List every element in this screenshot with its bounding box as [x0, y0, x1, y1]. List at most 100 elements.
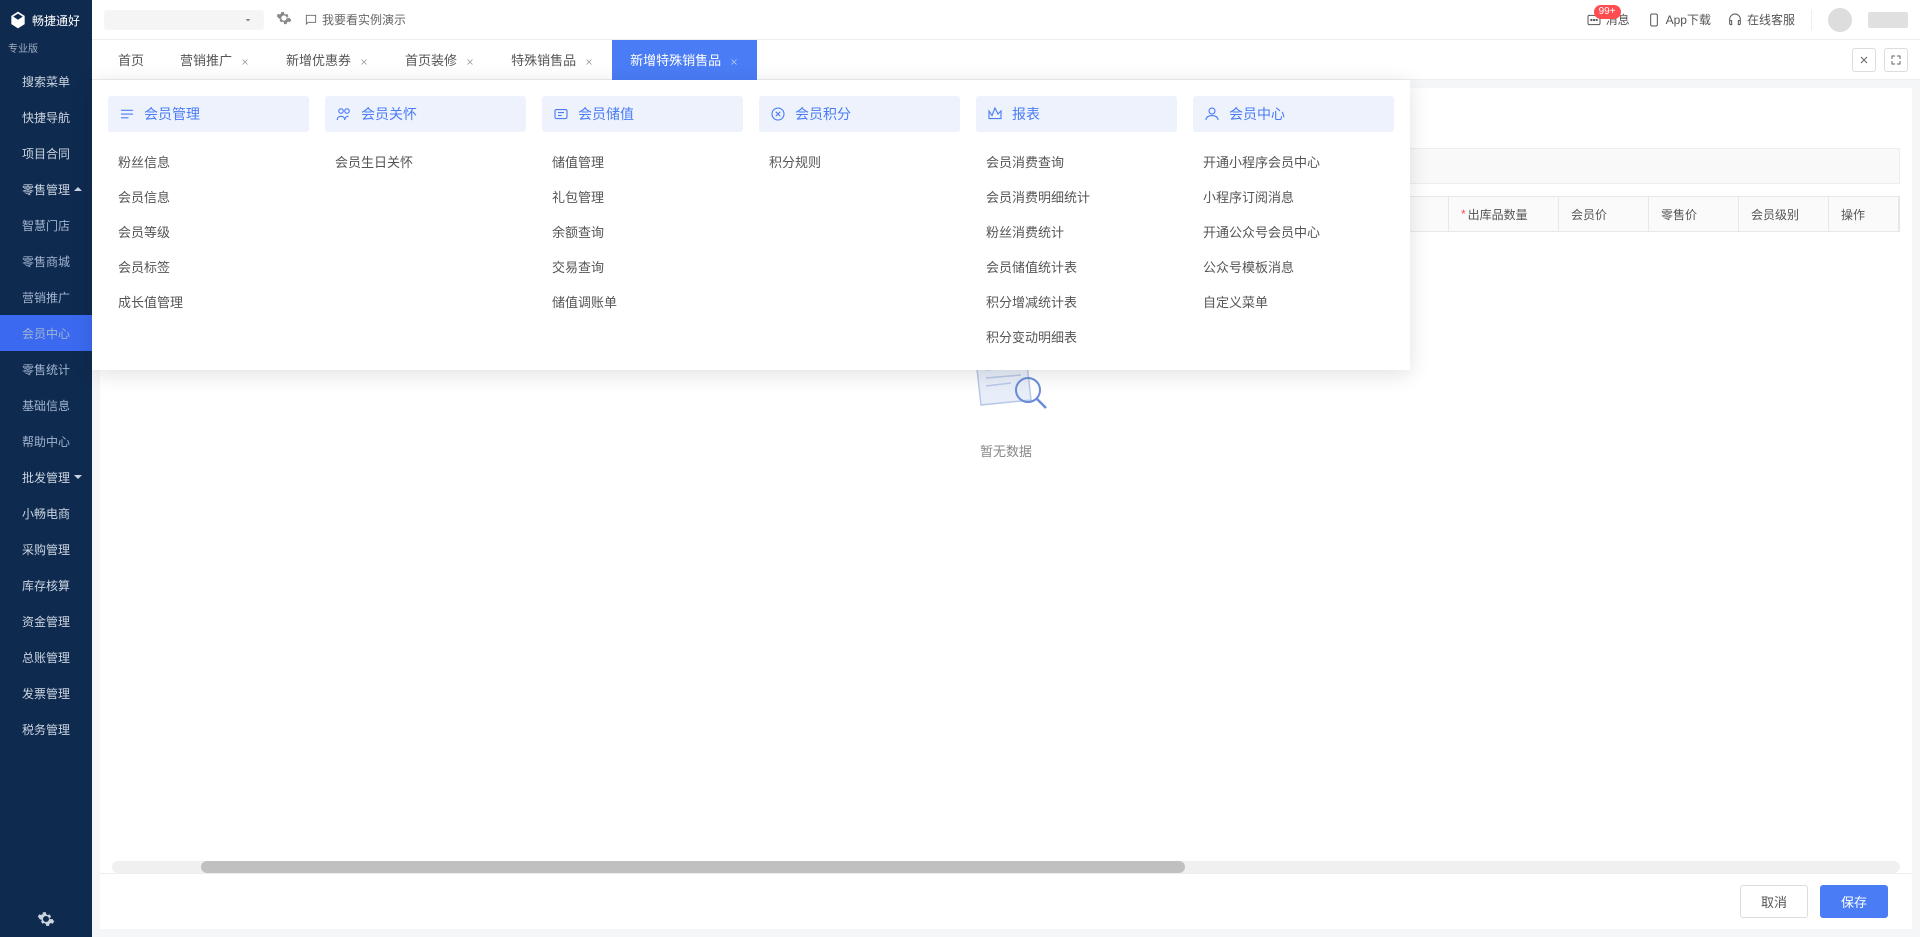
sidebar-item-12[interactable]: 小畅电商 — [0, 495, 92, 531]
sidebar-item-3[interactable]: 零售管理 — [0, 171, 92, 207]
mega-item-4-5[interactable]: 积分变动明细表 — [976, 319, 1177, 354]
mega-header-5[interactable]: 会员中心 — [1193, 96, 1394, 132]
sidebar-settings[interactable] — [0, 901, 92, 937]
sidebar-item-6[interactable]: 营销推广 — [0, 279, 92, 315]
sidebar-item-1[interactable]: 快捷导航 — [0, 99, 92, 135]
close-icon — [240, 57, 250, 67]
sidebar-item-0[interactable]: 搜索菜单 — [0, 63, 92, 99]
mega-col-1: 会员关怀会员生日关怀 — [317, 96, 534, 354]
mega-item-4-2[interactable]: 粉丝消费统计 — [976, 214, 1177, 249]
tenant-selector[interactable] — [104, 10, 264, 30]
user-name — [1868, 12, 1908, 28]
mega-item-3-0[interactable]: 积分规则 — [759, 144, 960, 179]
phone-icon — [1646, 12, 1662, 28]
online-service-button[interactable]: 在线客服 — [1727, 11, 1795, 28]
mega-col-5: 会员中心开通小程序会员中心小程序订阅消息开通公众号会员中心公众号模板消息自定义菜… — [1185, 96, 1402, 354]
scrollbar-thumb[interactable] — [201, 861, 1184, 873]
mega-item-5-3[interactable]: 公众号模板消息 — [1193, 249, 1394, 284]
mega-header-3[interactable]: 会员积分 — [759, 96, 960, 132]
sidebar-item-7[interactable]: 会员中心 — [0, 315, 92, 351]
sidebar-item-4[interactable]: 智慧门店 — [0, 207, 92, 243]
tab-2[interactable]: 新增优惠券 — [268, 40, 387, 80]
close-icon — [465, 57, 475, 67]
sidebar-item-18[interactable]: 税务管理 — [0, 711, 92, 747]
sidebar-item-9[interactable]: 基础信息 — [0, 387, 92, 423]
tab-0[interactable]: 首页 — [100, 40, 162, 80]
mega-item-0-2[interactable]: 会员等级 — [108, 214, 309, 249]
sidebar-item-2[interactable]: 项目合同 — [0, 135, 92, 171]
tab-5[interactable]: 新增特殊销售品 — [612, 40, 757, 80]
tab-close-1[interactable] — [240, 55, 250, 65]
mega-item-4-1[interactable]: 会员消费明细统计 — [976, 179, 1177, 214]
close-icon — [729, 57, 739, 67]
avatar[interactable] — [1828, 8, 1852, 32]
sidebar-item-11[interactable]: 批发管理 — [0, 459, 92, 495]
mega-item-2-3[interactable]: 交易查询 — [542, 249, 743, 284]
tab-3[interactable]: 首页装修 — [387, 40, 493, 80]
horizontal-scrollbar[interactable] — [112, 861, 1900, 873]
mega-header-2[interactable]: 会员储值 — [542, 96, 743, 132]
sidebar-item-15[interactable]: 资金管理 — [0, 603, 92, 639]
tabbar: 首页营销推广新增优惠券首页装修特殊销售品新增特殊销售品 — [92, 40, 1920, 80]
mega-item-2-4[interactable]: 储值调账单 — [542, 284, 743, 319]
mega-item-4-3[interactable]: 会员储值统计表 — [976, 249, 1177, 284]
category-icon — [552, 105, 570, 123]
sidebar-item-10[interactable]: 帮助中心 — [0, 423, 92, 459]
sidebar-item-5[interactable]: 零售商城 — [0, 243, 92, 279]
category-icon — [335, 105, 353, 123]
tab-close-4[interactable] — [584, 55, 594, 65]
sidebar-item-16[interactable]: 总账管理 — [0, 639, 92, 675]
comment-icon — [304, 13, 318, 27]
mega-col-0: 会员管理粉丝信息会员信息会员等级会员标签成长值管理 — [100, 96, 317, 354]
mega-item-0-4[interactable]: 成长值管理 — [108, 284, 309, 319]
tab-close-2[interactable] — [359, 55, 369, 65]
mega-item-2-0[interactable]: 储值管理 — [542, 144, 743, 179]
close-icon — [1858, 54, 1870, 66]
mega-header-4[interactable]: 报表 — [976, 96, 1177, 132]
mega-item-4-0[interactable]: 会员消费查询 — [976, 144, 1177, 179]
th-4: 会员级别 — [1739, 197, 1829, 231]
fullscreen-button[interactable] — [1884, 48, 1908, 72]
mega-item-5-4[interactable]: 自定义菜单 — [1193, 284, 1394, 319]
mega-item-5-1[interactable]: 小程序订阅消息 — [1193, 179, 1394, 214]
sidebar-item-17[interactable]: 发票管理 — [0, 675, 92, 711]
cancel-button[interactable]: 取消 — [1740, 885, 1808, 918]
tab-close-3[interactable] — [465, 55, 475, 65]
mega-item-4-4[interactable]: 积分增减统计表 — [976, 284, 1177, 319]
th-1: *出库品数量 — [1449, 197, 1559, 231]
headset-icon — [1727, 12, 1743, 28]
save-button[interactable]: 保存 — [1820, 885, 1888, 918]
brand-edition: 专业版 — [0, 40, 92, 63]
mega-item-0-1[interactable]: 会员信息 — [108, 179, 309, 214]
mega-item-5-0[interactable]: 开通小程序会员中心 — [1193, 144, 1394, 179]
mega-menu: 会员管理粉丝信息会员信息会员等级会员标签成长值管理会员关怀会员生日关怀会员储值储… — [92, 80, 1410, 370]
logo-icon — [8, 10, 28, 30]
mega-col-2: 会员储值储值管理礼包管理余额查询交易查询储值调账单 — [534, 96, 751, 354]
mega-header-0[interactable]: 会员管理 — [108, 96, 309, 132]
mega-item-5-2[interactable]: 开通公众号会员中心 — [1193, 214, 1394, 249]
tab-1[interactable]: 营销推广 — [162, 40, 268, 80]
settings-button[interactable] — [276, 10, 292, 29]
messages-button[interactable]: 99+ 消息 — [1586, 11, 1630, 28]
mega-item-2-1[interactable]: 礼包管理 — [542, 179, 743, 214]
category-icon — [986, 105, 1004, 123]
mega-item-0-0[interactable]: 粉丝信息 — [108, 144, 309, 179]
sidebar-item-8[interactable]: 零售统计 — [0, 351, 92, 387]
mega-header-1[interactable]: 会员关怀 — [325, 96, 526, 132]
mega-item-0-3[interactable]: 会员标签 — [108, 249, 309, 284]
tab-4[interactable]: 特殊销售品 — [493, 40, 612, 80]
mega-col-4: 报表会员消费查询会员消费明细统计粉丝消费统计会员储值统计表积分增减统计表积分变动… — [968, 96, 1185, 354]
app-download-button[interactable]: App下载 — [1646, 11, 1711, 28]
top-actions: 99+ 消息 App下载 在线客服 — [1586, 8, 1908, 32]
close-icon — [584, 57, 594, 67]
demo-link[interactable]: 我要看实例演示 — [304, 11, 406, 28]
mega-item-2-2[interactable]: 余额查询 — [542, 214, 743, 249]
brand-logo: 畅捷通好 — [0, 0, 92, 40]
mega-item-1-0[interactable]: 会员生日关怀 — [325, 144, 526, 179]
sidebar-item-14[interactable]: 库存核算 — [0, 567, 92, 603]
sidebar-item-13[interactable]: 采购管理 — [0, 531, 92, 567]
tab-close-5[interactable] — [729, 55, 739, 65]
message-badge: 99+ — [1594, 5, 1621, 19]
gear-icon — [276, 10, 292, 26]
tab-close-button[interactable] — [1852, 48, 1876, 72]
